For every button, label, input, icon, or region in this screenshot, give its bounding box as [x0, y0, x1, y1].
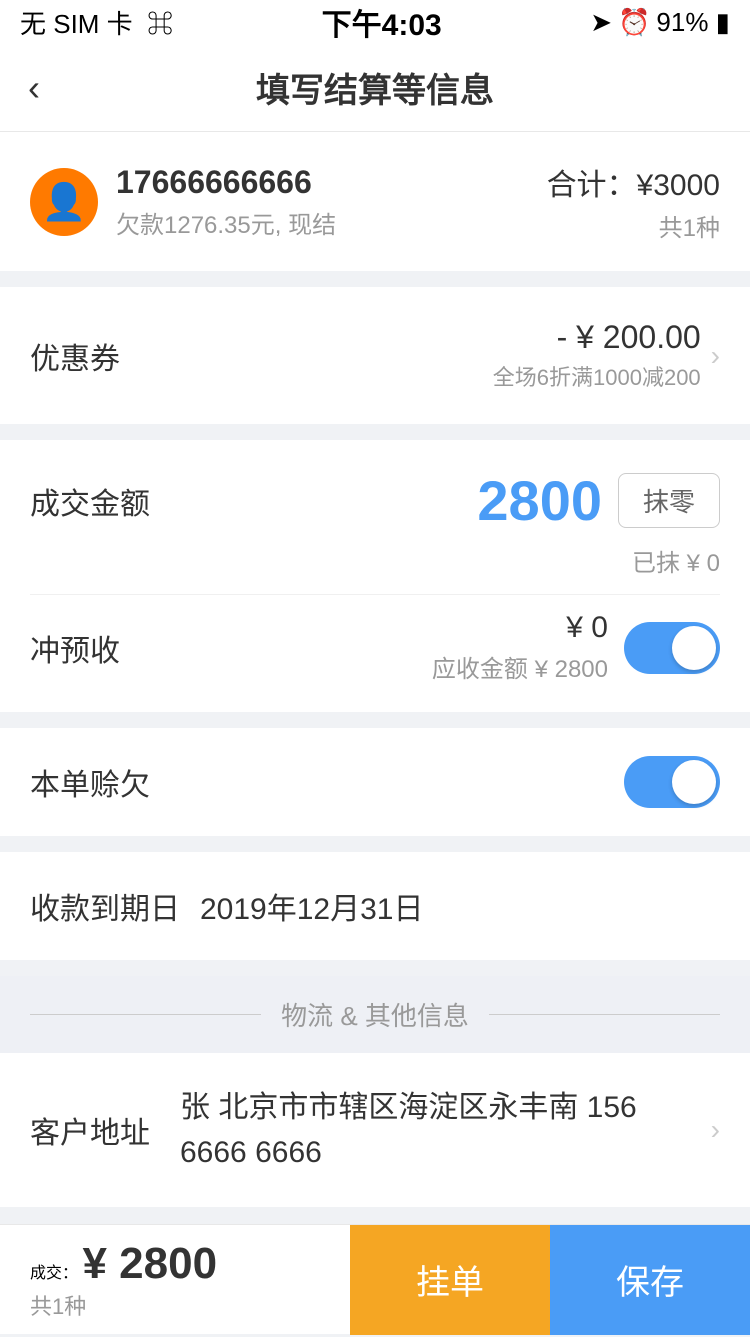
deal-amount-label: 成交金额	[30, 479, 150, 523]
round-button[interactable]: 抹零	[618, 473, 720, 528]
inner-divider	[30, 594, 720, 595]
customer-right: 合计：¥3000 共1种	[547, 160, 720, 243]
deal-amount-row: 成交金额 2800 抹零	[30, 468, 720, 533]
debt-toggle[interactable]	[624, 756, 720, 808]
status-left: 无 SIM 卡 ⌘	[20, 4, 173, 41]
coupon-section: 优惠券 - ¥ 200.00 全场6折满1000减200 ›	[0, 287, 750, 424]
debt-toggle-knob	[672, 760, 716, 804]
total-amount: 合计：¥3000	[547, 160, 720, 204]
save-button[interactable]: 保存	[550, 1225, 750, 1335]
address-chevron-icon: ›	[711, 1114, 720, 1146]
prepaid-amount: ¥ 0	[432, 611, 608, 645]
hang-button[interactable]: 挂单	[350, 1225, 550, 1335]
coupon-row[interactable]: 优惠券 - ¥ 200.00 全场6折满1000减200 ›	[0, 287, 750, 424]
due-date-section: 收款到期日 2019年12月31日	[0, 852, 750, 960]
coupon-value-block: - ¥ 200.00 全场6折满1000减200	[493, 319, 701, 392]
due-date-value: 2019年12月31日	[200, 884, 423, 928]
status-time: 下午4:03	[322, 0, 442, 44]
coupon-label: 优惠券	[30, 334, 120, 378]
sim-wifi-status: 无 SIM 卡 ⌘	[20, 4, 173, 41]
coupon-subtext: 全场6折满1000减200	[493, 360, 701, 392]
customer-info: 17666666666 欠款1276.35元, 现结	[116, 164, 336, 240]
customer-left: 👤 17666666666 欠款1276.35元, 现结	[30, 164, 336, 240]
prepaid-right: ¥ 0 应收金额 ¥ 2800	[432, 611, 720, 684]
date-row: 收款到期日 2019年12月31日	[30, 884, 720, 928]
prepaid-row: 冲预收 ¥ 0 应收金额 ¥ 2800	[30, 611, 720, 684]
deal-amount-value: 2800	[477, 468, 602, 533]
page-title: 填写结算等信息	[256, 63, 494, 112]
toggle-knob	[672, 626, 716, 670]
location-icon: ➤	[590, 7, 612, 38]
status-right: ➤ ⏰ 91% ▮	[590, 7, 730, 38]
alarm-icon: ⏰	[618, 7, 650, 38]
prepaid-amount-block: ¥ 0 应收金额 ¥ 2800	[432, 611, 608, 684]
bottom-amount: ¥ 2800	[82, 1239, 217, 1288]
address-section[interactable]: 客户地址 张 北京市市辖区海淀区永丰南 156 6666 6666 ›	[0, 1053, 750, 1207]
bottom-count: 共1种	[30, 1289, 320, 1321]
divider-line-right	[489, 1014, 720, 1015]
back-button[interactable]: ‹	[28, 67, 40, 109]
avatar: 👤	[30, 168, 98, 236]
battery-status: 91% ▮	[656, 7, 730, 38]
deal-section: 成交金额 2800 抹零 已抹 ¥ 0 冲预收 ¥ 0 应收金额 ¥ 2800	[0, 440, 750, 712]
bottom-deal-row: 成交： ¥ 2800	[30, 1239, 320, 1289]
prepaid-toggle[interactable]	[624, 622, 720, 674]
nav-bar: ‹ 填写结算等信息	[0, 44, 750, 132]
bottom-deal-label: 成交：	[30, 1265, 78, 1282]
customer-note: 欠款1276.35元, 现结	[116, 205, 336, 240]
debt-label: 本单赊欠	[30, 760, 150, 804]
total-count: 共1种	[547, 208, 720, 243]
address-value: 张 北京市市辖区海淀区永丰南 156 6666 6666	[180, 1085, 711, 1175]
prepaid-subtext: 应收金额 ¥ 2800	[432, 649, 608, 684]
address-label: 客户地址	[30, 1108, 150, 1152]
main-content: 👤 17666666666 欠款1276.35元, 现结 合计：¥3000 共1…	[0, 132, 750, 1337]
status-bar: 无 SIM 卡 ⌘ 下午4:03 ➤ ⏰ 91% ▮	[0, 0, 750, 44]
deal-amount-right: 2800 抹零	[477, 468, 720, 533]
debt-section: 本单赊欠	[0, 728, 750, 836]
customer-phone: 17666666666	[116, 164, 336, 201]
prepaid-label: 冲预收	[30, 626, 120, 670]
section-divider: 物流 & 其他信息	[0, 976, 750, 1053]
customer-card: 👤 17666666666 欠款1276.35元, 现结 合计：¥3000 共1…	[0, 132, 750, 271]
coupon-value: - ¥ 200.00	[493, 319, 701, 356]
due-date-label: 收款到期日	[30, 884, 180, 928]
coupon-right: - ¥ 200.00 全场6折满1000减200 ›	[493, 319, 720, 392]
divider-text: 物流 & 其他信息	[281, 996, 469, 1033]
deal-sub-text: 已抹 ¥ 0	[632, 550, 720, 577]
bottom-info: 成交： ¥ 2800 共1种	[0, 1239, 350, 1321]
avatar-icon: 👤	[42, 181, 87, 223]
divider-line-left	[30, 1014, 261, 1015]
chevron-right-icon: ›	[711, 340, 720, 372]
bottom-bar: 成交： ¥ 2800 共1种 挂单 保存	[0, 1224, 750, 1334]
